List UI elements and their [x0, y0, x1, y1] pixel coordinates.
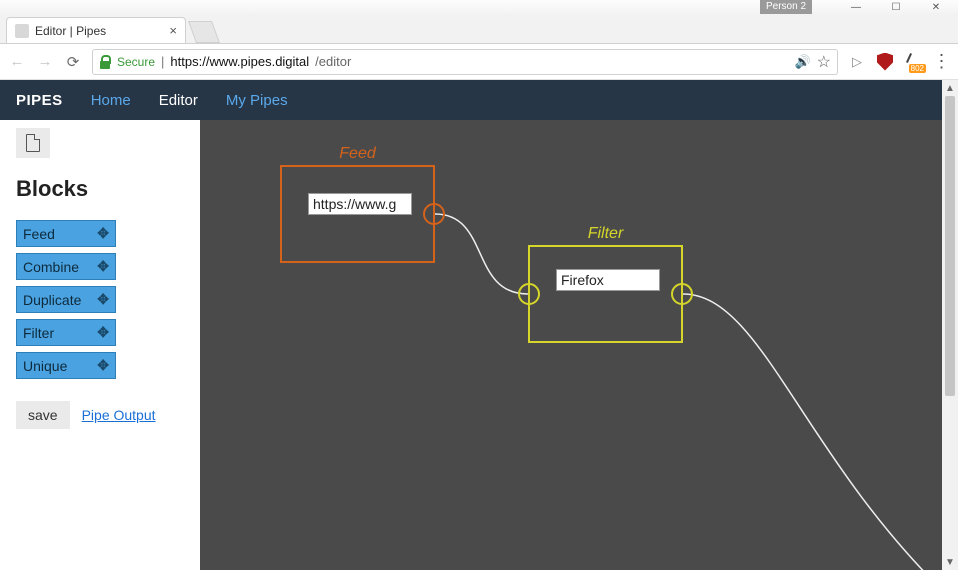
page-viewport: PIPES Home Editor My Pipes Blocks Feed ✥ … — [0, 80, 958, 570]
app-navbar: PIPES Home Editor My Pipes — [0, 80, 958, 120]
forward-button[interactable]: → — [36, 53, 54, 71]
move-icon: ✥ — [97, 291, 109, 308]
new-tab-button[interactable] — [188, 21, 220, 43]
wire-feed-to-filter — [435, 214, 528, 294]
block-item-feed[interactable]: Feed ✥ — [16, 220, 116, 247]
window-maximize-button[interactable]: ☐ — [876, 0, 916, 14]
brand-logo[interactable]: PIPES — [16, 92, 63, 109]
reload-button[interactable]: ⟳ — [64, 53, 82, 71]
move-icon: ✥ — [97, 324, 109, 341]
chrome-menu-button[interactable]: ⋮ — [932, 53, 950, 71]
tab-favicon-icon — [15, 24, 29, 38]
block-label: Duplicate — [23, 292, 81, 308]
blocks-header: Blocks — [16, 176, 184, 202]
block-palette: Feed ✥ Combine ✥ Duplicate ✥ Filter ✥ Unique… — [16, 220, 184, 379]
block-item-combine[interactable]: Combine ✥ — [16, 253, 116, 280]
block-item-unique[interactable]: Unique ✥ — [16, 352, 116, 379]
url-separator: | — [161, 54, 164, 69]
node-filter-input[interactable] — [556, 269, 660, 291]
node-filter[interactable]: Filter — [528, 245, 683, 343]
browser-tabstrip: Editor | Pipes × — [0, 14, 958, 44]
ublock-shield-icon[interactable] — [876, 53, 894, 71]
extension-icons: ▷ 802 ⋮ — [848, 53, 950, 71]
node-filter-output-port[interactable] — [671, 283, 693, 305]
node-feed-title: Feed — [339, 145, 375, 163]
nav-home[interactable]: Home — [91, 92, 131, 109]
scroll-up-arrow-icon[interactable]: ▲ — [942, 80, 958, 96]
address-bar[interactable]: Secure | https://www.pipes.digital/edito… — [92, 49, 838, 75]
stylus-badge: 802 — [909, 64, 926, 73]
block-item-duplicate[interactable]: Duplicate ✥ — [16, 286, 116, 313]
tab-title: Editor | Pipes — [35, 24, 106, 38]
url-origin: https://www.pipes.digital — [170, 54, 309, 69]
main-split: Blocks Feed ✥ Combine ✥ Duplicate ✥ Filter ✥… — [0, 120, 942, 570]
block-item-filter[interactable]: Filter ✥ — [16, 319, 116, 346]
tab-close-icon[interactable]: × — [169, 23, 177, 38]
stylus-icon[interactable]: 802 — [904, 53, 922, 71]
translate-icon[interactable]: 🔊 — [794, 54, 810, 70]
pipe-output-link[interactable]: Pipe Output — [82, 407, 156, 423]
window-titlebar: Person 2 — ☐ ✕ — [0, 0, 958, 14]
block-label: Filter — [23, 325, 54, 341]
scroll-down-arrow-icon[interactable]: ▼ — [942, 554, 958, 570]
back-button[interactable]: ← — [8, 53, 26, 71]
browser-toolbar: ← → ⟳ Secure | https://www.pipes.digital… — [0, 44, 958, 80]
move-icon: ✥ — [97, 357, 109, 374]
node-filter-input-port[interactable] — [518, 283, 540, 305]
block-label: Unique — [23, 358, 67, 374]
editor-canvas[interactable]: Feed Filter — [200, 120, 942, 570]
cast-icon[interactable]: ▷ — [848, 53, 866, 71]
bookmark-star-icon[interactable]: ☆ — [817, 52, 831, 72]
secure-label: Secure — [117, 55, 155, 69]
window-close-button[interactable]: ✕ — [916, 0, 956, 14]
vertical-scrollbar[interactable]: ▲ ▼ — [942, 80, 958, 570]
nav-mypipes[interactable]: My Pipes — [226, 92, 288, 109]
node-feed[interactable]: Feed — [280, 165, 435, 263]
browser-tab[interactable]: Editor | Pipes × — [6, 17, 186, 43]
sidebar: Blocks Feed ✥ Combine ✥ Duplicate ✥ Filter ✥… — [0, 120, 200, 570]
node-feed-output-port[interactable] — [423, 203, 445, 225]
node-feed-input[interactable] — [308, 193, 412, 215]
save-button[interactable]: save — [16, 401, 70, 429]
scroll-thumb[interactable] — [945, 96, 955, 396]
wire-filter-to-output — [683, 294, 942, 570]
profile-chip[interactable]: Person 2 — [760, 0, 812, 14]
new-file-button[interactable] — [16, 128, 50, 158]
move-icon: ✥ — [97, 225, 109, 242]
file-icon — [26, 134, 40, 152]
window-minimize-button[interactable]: — — [836, 0, 876, 14]
lock-icon — [99, 55, 111, 69]
sidebar-actions: save Pipe Output — [16, 401, 184, 429]
block-label: Combine — [23, 259, 79, 275]
node-filter-title: Filter — [588, 225, 624, 243]
move-icon: ✥ — [97, 258, 109, 275]
nav-editor[interactable]: Editor — [159, 92, 198, 109]
url-path: /editor — [315, 54, 351, 69]
block-label: Feed — [23, 226, 55, 242]
